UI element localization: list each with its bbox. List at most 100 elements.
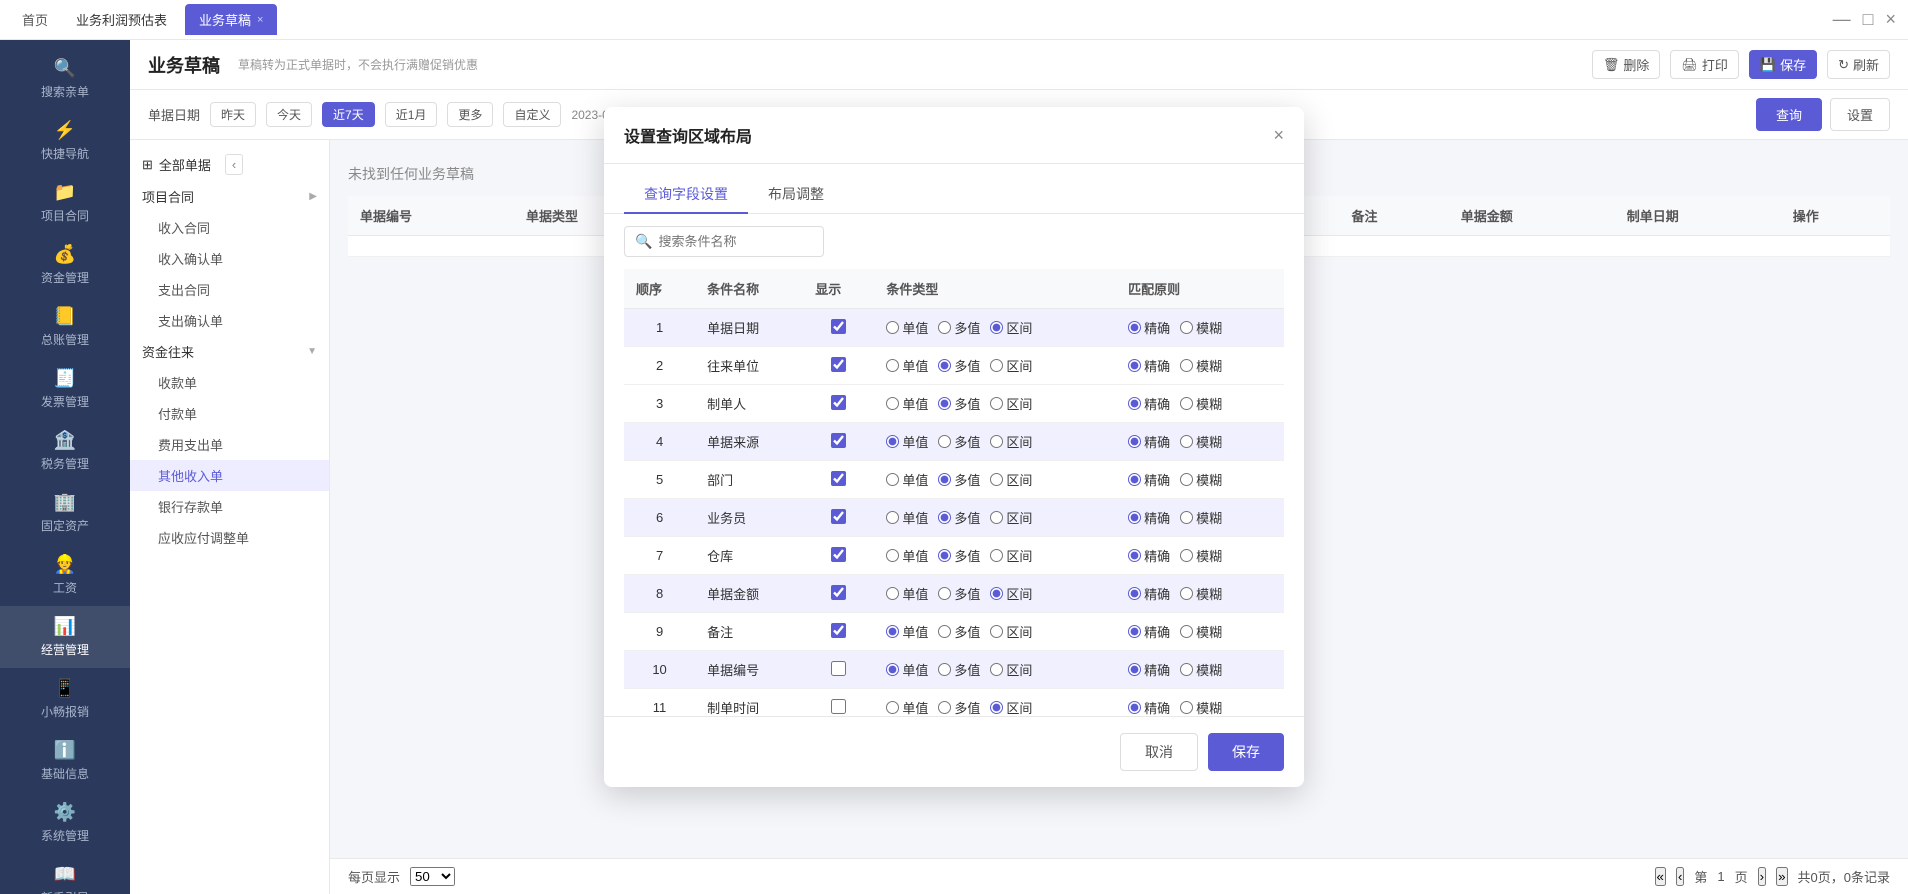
all-orders-header[interactable]: ⊞ 全部单据 ‹ — [130, 148, 329, 181]
type-radio-区间[interactable] — [990, 435, 1003, 448]
tab-layout[interactable]: 布局调整 — [748, 176, 844, 214]
match-radio-精确[interactable] — [1128, 663, 1141, 676]
sidebar-item-fund[interactable]: 💰 资金管理 — [0, 234, 130, 296]
sidebar-item-tax[interactable]: 🏦 税务管理 — [0, 420, 130, 482]
show-checkbox[interactable] — [831, 547, 846, 562]
nav-payment[interactable]: 付款单 — [130, 398, 329, 429]
type-radio-多值[interactable] — [938, 701, 951, 714]
refresh-button[interactable]: ↻ 刷新 — [1827, 50, 1890, 79]
sidebar-item-invoice[interactable]: 🧾 发票管理 — [0, 358, 130, 420]
type-radio-区间[interactable] — [990, 511, 1003, 524]
match-radio-精确[interactable] — [1128, 701, 1141, 714]
nav-receipt[interactable]: 收款单 — [130, 367, 329, 398]
match-radio-模糊[interactable] — [1180, 701, 1193, 714]
show-checkbox[interactable] — [831, 395, 846, 410]
nav-fund-section[interactable]: 资金往来 ▼ — [130, 336, 329, 367]
show-checkbox[interactable] — [831, 471, 846, 486]
dialog-close-icon[interactable]: × — [1273, 126, 1284, 144]
match-radio-精确[interactable] — [1128, 397, 1141, 410]
type-radio-多值[interactable] — [938, 549, 951, 562]
sidebar-item-base[interactable]: ℹ️ 基础信息 — [0, 730, 130, 792]
type-radio-多值[interactable] — [938, 321, 951, 334]
show-checkbox[interactable] — [831, 623, 846, 638]
match-radio-模糊[interactable] — [1180, 625, 1193, 638]
nav-expense-payment[interactable]: 费用支出单 — [130, 429, 329, 460]
type-radio-区间[interactable] — [990, 663, 1003, 676]
next-page-btn[interactable]: › — [1758, 867, 1766, 886]
type-radio-单值[interactable] — [886, 625, 899, 638]
delete-button[interactable]: 🗑 删除 — [1592, 50, 1661, 79]
match-radio-精确[interactable] — [1128, 359, 1141, 372]
match-radio-精确[interactable] — [1128, 435, 1141, 448]
prev-page-btn[interactable]: ‹ — [1676, 867, 1684, 886]
nav-income-confirm[interactable]: 收入确认单 — [130, 243, 329, 274]
show-checkbox[interactable] — [831, 357, 846, 372]
filter-7days[interactable]: 近7天 — [322, 102, 375, 127]
match-radio-模糊[interactable] — [1180, 321, 1193, 334]
filter-more[interactable]: 更多 — [447, 102, 493, 127]
first-page-btn[interactable]: « — [1655, 867, 1666, 886]
type-radio-单值[interactable] — [886, 473, 899, 486]
type-radio-单值[interactable] — [886, 701, 899, 714]
type-radio-单值[interactable] — [886, 511, 899, 524]
nav-expense-contract[interactable]: 支出合同 — [130, 274, 329, 305]
query-button[interactable]: 查询 — [1756, 98, 1822, 131]
tab-draft[interactable]: 业务草稿 × — [185, 4, 277, 35]
type-radio-区间[interactable] — [990, 359, 1003, 372]
type-radio-区间[interactable] — [990, 397, 1003, 410]
collapse-icon[interactable]: ‹ — [225, 154, 243, 175]
filter-yesterday[interactable]: 昨天 — [210, 102, 256, 127]
sidebar-item-assets[interactable]: 🏢 固定资产 — [0, 482, 130, 544]
maximize-icon[interactable]: □ — [1863, 9, 1874, 30]
match-radio-精确[interactable] — [1128, 473, 1141, 486]
settings-button[interactable]: 设置 — [1830, 98, 1890, 131]
type-radio-多值[interactable] — [938, 663, 951, 676]
match-radio-模糊[interactable] — [1180, 397, 1193, 410]
nav-other-income[interactable]: 其他收入单 — [130, 460, 329, 491]
match-radio-模糊[interactable] — [1180, 549, 1193, 562]
save-button[interactable]: 💾 保存 — [1749, 50, 1817, 79]
sidebar-item-expense[interactable]: 📱 小畅报销 — [0, 668, 130, 730]
match-radio-精确[interactable] — [1128, 321, 1141, 334]
sidebar-item-system[interactable]: ⚙️ 系统管理 — [0, 792, 130, 854]
sidebar-item-quick[interactable]: ⚡ 快捷导航 — [0, 110, 130, 172]
home-tab[interactable]: 首页 — [12, 4, 58, 35]
type-radio-多值[interactable] — [938, 587, 951, 600]
match-radio-模糊[interactable] — [1180, 473, 1193, 486]
tab-close-icon[interactable]: × — [257, 14, 263, 26]
last-page-btn[interactable]: » — [1776, 867, 1787, 886]
show-checkbox[interactable] — [831, 585, 846, 600]
filter-today[interactable]: 今天 — [266, 102, 312, 127]
type-radio-区间[interactable] — [990, 625, 1003, 638]
type-radio-多值[interactable] — [938, 511, 951, 524]
type-radio-多值[interactable] — [938, 397, 951, 410]
type-radio-区间[interactable] — [990, 701, 1003, 714]
sidebar-item-project[interactable]: 📁 项目合同 — [0, 172, 130, 234]
type-radio-单值[interactable] — [886, 321, 899, 334]
match-radio-精确[interactable] — [1128, 587, 1141, 600]
type-radio-多值[interactable] — [938, 435, 951, 448]
nav-project-contract[interactable]: 项目合同 ▶ — [130, 181, 329, 212]
match-radio-模糊[interactable] — [1180, 435, 1193, 448]
type-radio-区间[interactable] — [990, 549, 1003, 562]
match-radio-精确[interactable] — [1128, 511, 1141, 524]
type-radio-单值[interactable] — [886, 587, 899, 600]
nav-bank-deposit[interactable]: 银行存款单 — [130, 491, 329, 522]
match-radio-模糊[interactable] — [1180, 511, 1193, 524]
show-checkbox[interactable] — [831, 433, 846, 448]
type-radio-单值[interactable] — [886, 359, 899, 372]
minimize-icon[interactable]: — — [1833, 9, 1851, 30]
show-checkbox[interactable] — [831, 661, 846, 676]
type-radio-区间[interactable] — [990, 321, 1003, 334]
type-radio-单值[interactable] — [886, 549, 899, 562]
sidebar-item-ledger[interactable]: 📒 总账管理 — [0, 296, 130, 358]
filter-custom[interactable]: 自定义 — [503, 102, 561, 127]
tab-query-fields[interactable]: 查询字段设置 — [624, 176, 748, 214]
match-radio-精确[interactable] — [1128, 625, 1141, 638]
type-radio-多值[interactable] — [938, 359, 951, 372]
match-radio-模糊[interactable] — [1180, 587, 1193, 600]
tab-profit[interactable]: 业务利润预估表 — [62, 4, 181, 35]
nav-ar-ap-adjust[interactable]: 应收应付调整单 — [130, 522, 329, 553]
cancel-button[interactable]: 取消 — [1120, 733, 1198, 771]
type-radio-单值[interactable] — [886, 397, 899, 410]
